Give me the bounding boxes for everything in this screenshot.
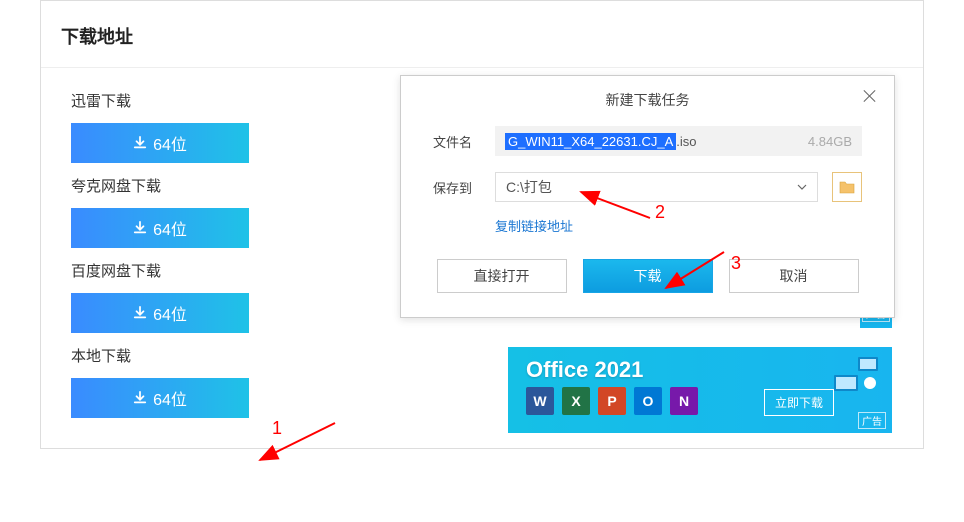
filename-input[interactable]: G_WIN11_X64_22631.CJ_A.iso 4.84GB [495, 126, 862, 156]
dialog-header: 新建下载任务 [401, 76, 894, 118]
button-text: 64位 [153, 301, 187, 325]
cancel-button[interactable]: 取消 [729, 259, 859, 293]
saveto-row: 保存到 C:\打包 [401, 164, 894, 210]
ad-badge: 广告 [858, 412, 886, 429]
chevron-down-icon [797, 182, 807, 192]
download-icon [133, 221, 147, 235]
ad-illustration [828, 353, 886, 397]
dialog-actions: 直接打开 下载 取消 [401, 245, 894, 293]
ad-banner[interactable]: Office 2021 WXPON 立即下载 广告 [508, 347, 892, 433]
app-tile: X [562, 387, 590, 415]
app-tile: N [670, 387, 698, 415]
download-icon [133, 306, 147, 320]
download-64bit-button[interactable]: 64位 [71, 293, 249, 333]
download-64bit-button[interactable]: 64位 [71, 378, 249, 418]
field-label: 文件名 [433, 132, 481, 151]
dialog-title: 新建下载任务 [606, 92, 690, 108]
browse-folder-button[interactable] [832, 172, 862, 202]
folder-icon [839, 180, 855, 194]
open-direct-button[interactable]: 直接打开 [437, 259, 567, 293]
section-title: 下载地址 [41, 1, 923, 68]
ad-cta-button[interactable]: 立即下载 [764, 389, 834, 416]
app-tile: P [598, 387, 626, 415]
annotation-number: 2 [655, 202, 665, 223]
file-size: 4.84GB [808, 134, 852, 149]
save-path-value: C:\打包 [506, 177, 552, 197]
field-label: 保存到 [433, 178, 481, 197]
new-download-dialog: 新建下载任务 文件名 G_WIN11_X64_22631.CJ_A.iso 4.… [400, 75, 895, 318]
app-tile: W [526, 387, 554, 415]
filename-row: 文件名 G_WIN11_X64_22631.CJ_A.iso 4.84GB [401, 118, 894, 164]
filename-ext: .iso [676, 134, 696, 149]
close-icon[interactable] [862, 88, 878, 104]
copy-link-button[interactable]: 复制链接地址 [495, 216, 573, 235]
annotation-number: 3 [731, 253, 741, 274]
button-text: 64位 [153, 216, 187, 240]
download-icon [133, 391, 147, 405]
annotation-number: 1 [272, 418, 282, 439]
download-icon [133, 136, 147, 150]
app-tile: O [634, 387, 662, 415]
download-button[interactable]: 下载 [583, 259, 713, 293]
save-path-select[interactable]: C:\打包 [495, 172, 818, 202]
button-text: 64位 [153, 131, 187, 155]
download-64bit-button[interactable]: 64位 [71, 123, 249, 163]
download-64bit-button[interactable]: 64位 [71, 208, 249, 248]
filename-selected: G_WIN11_X64_22631.CJ_A [505, 133, 676, 150]
button-text: 64位 [153, 386, 187, 410]
